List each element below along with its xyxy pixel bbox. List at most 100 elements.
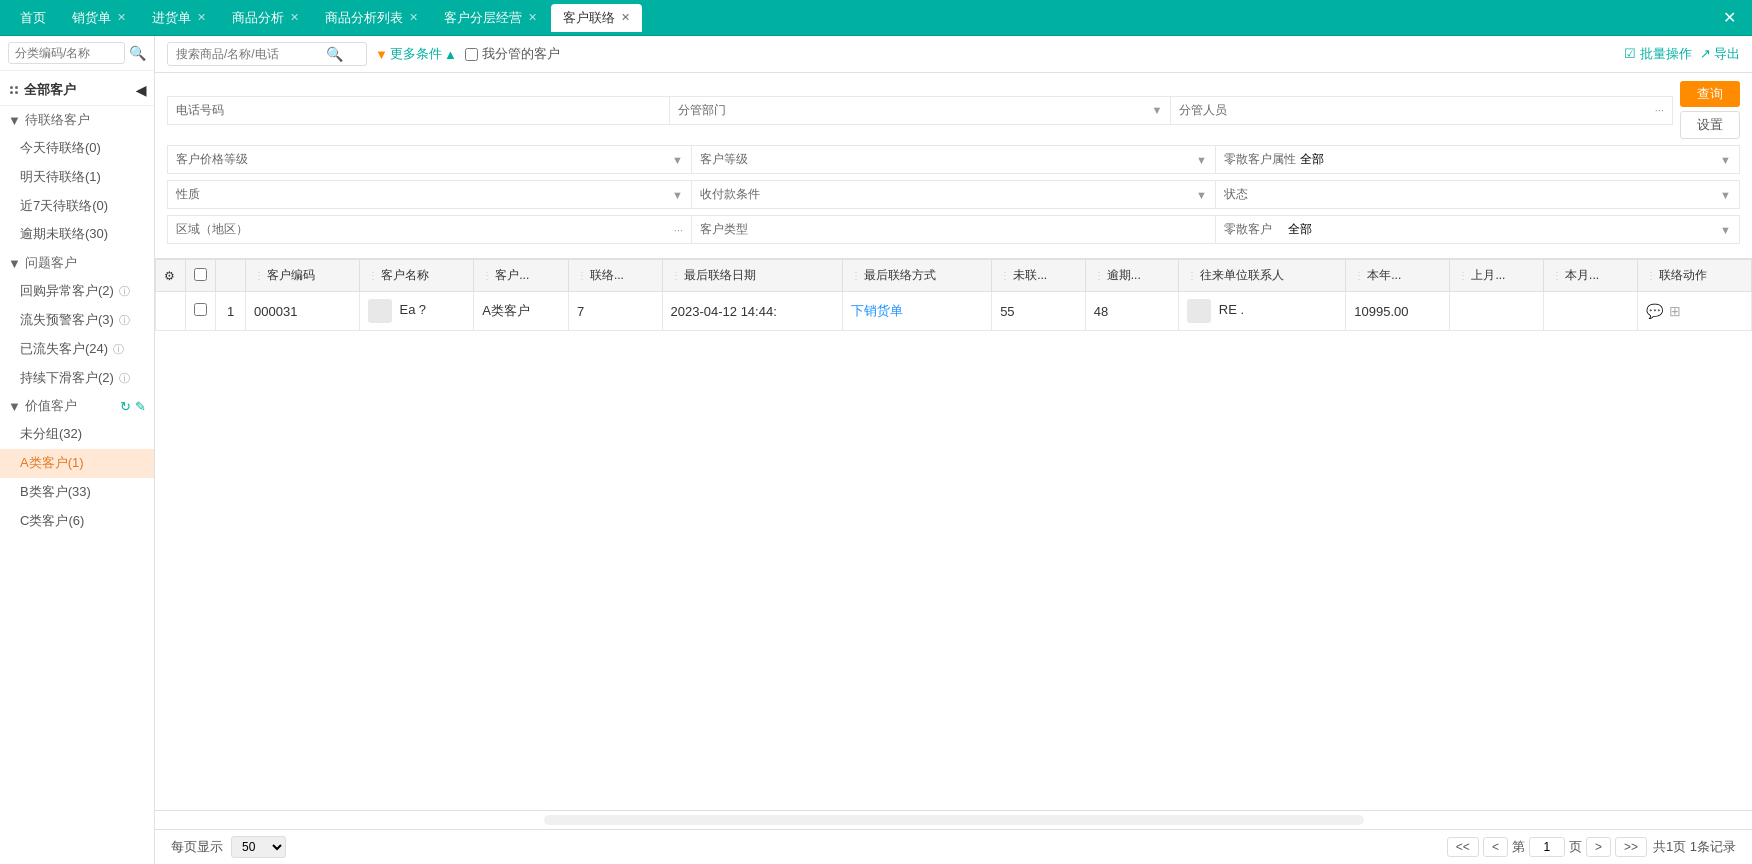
filter-status-dropdown[interactable]: ▼ <box>1720 189 1731 201</box>
filter-customer-level-dropdown[interactable]: ▼ <box>1196 154 1207 166</box>
tab-customer-contact-close[interactable]: ✕ <box>621 11 630 24</box>
my-customers-checkbox[interactable] <box>465 48 478 61</box>
page-size-label: 每页显示 <box>171 838 223 856</box>
col-this-year-header[interactable]: ⋮本年... <box>1346 260 1450 292</box>
query-button[interactable]: 查询 <box>1680 81 1740 107</box>
filter-status-input[interactable] <box>1284 188 1716 202</box>
filter-sparse-attr-dropdown[interactable]: ▼ <box>1720 154 1731 166</box>
col-last-date-header[interactable]: ⋮最后联络日期 <box>662 260 842 292</box>
filter-person-ellipsis[interactable]: ··· <box>1655 104 1664 116</box>
col-customer-code-header[interactable]: ⋮客户编码 <box>246 260 360 292</box>
filter-dept-dropdown[interactable]: ▼ <box>1151 104 1162 116</box>
sidebar-item-overdue[interactable]: 逾期未联络(30) <box>0 220 154 249</box>
sidebar-pending-section[interactable]: ▼ 待联络客户 <box>0 106 154 134</box>
horizontal-scroll-track[interactable] <box>544 815 1364 825</box>
sidebar-item-a-class[interactable]: A类客户(1) <box>0 449 154 478</box>
tab-purchase[interactable]: 进货单 ✕ <box>140 4 218 32</box>
customer-avatar <box>368 299 392 323</box>
col-settings-header[interactable]: ⚙ <box>156 260 186 292</box>
last-method-link[interactable]: 下销货单 <box>851 303 903 318</box>
edit-icon[interactable]: ✎ <box>135 399 146 414</box>
sidebar-search-icon[interactable]: 🔍 <box>129 45 146 61</box>
filter-payment-dropdown[interactable]: ▼ <box>1196 189 1207 201</box>
filter-region-ellipsis[interactable]: ··· <box>674 224 683 236</box>
export-button[interactable]: ↗ 导出 <box>1700 45 1740 63</box>
window-close-button[interactable]: ✕ <box>1715 8 1744 27</box>
prev-page-button[interactable]: < <box>1483 837 1508 857</box>
tab-analysis-list-close[interactable]: ✕ <box>409 11 418 24</box>
sidebar-item-ungrouped[interactable]: 未分组(32) <box>0 420 154 449</box>
filter-customer-level: 客户等级 ▼ <box>691 145 1216 174</box>
setting-button[interactable]: 设置 <box>1680 111 1740 139</box>
tab-analysis-list[interactable]: 商品分析列表 ✕ <box>313 4 430 32</box>
col-this-month-header[interactable]: ⋮本月... <box>1544 260 1638 292</box>
page-size-select[interactable]: 20 50 100 <box>231 836 286 858</box>
table-row: 1 000031 Ea ? A类客户 <box>156 292 1752 331</box>
filter-sparse-dropdown[interactable]: ▼ <box>1720 224 1731 236</box>
col-last-method-header[interactable]: ⋮最后联络方式 <box>842 260 991 292</box>
next-page-button[interactable]: > <box>1586 837 1611 857</box>
sidebar-all-customers[interactable]: 全部客户 ◀ <box>0 75 154 106</box>
col-contact-header[interactable]: ⋮联络... <box>568 260 662 292</box>
filter-customer-level-input[interactable] <box>760 153 1192 167</box>
filter-dept-input[interactable] <box>738 103 1148 117</box>
tab-customer-layered-close[interactable]: ✕ <box>528 11 537 24</box>
sidebar-item-repeat-abnormal[interactable]: 回购异常客户(2) ⓘ <box>0 277 154 306</box>
tab-customer-contact[interactable]: 客户联络 ✕ <box>551 4 642 32</box>
filter-sparse-input[interactable] <box>1284 223 1716 237</box>
last-page-button[interactable]: >> <box>1615 837 1647 857</box>
filter-nature-dropdown[interactable]: ▼ <box>672 189 683 201</box>
filter-row-3: 性质 ▼ 收付款条件 ▼ 状态 ▼ <box>167 180 1740 209</box>
col-checkbox-header[interactable] <box>186 260 216 292</box>
sidebar-item-today[interactable]: 今天待联络(0) <box>0 134 154 163</box>
filter-nature-input[interactable] <box>236 188 668 202</box>
tab-sales[interactable]: 销货单 ✕ <box>60 4 138 32</box>
col-customer-type-header[interactable]: ⋮客户... <box>474 260 569 292</box>
sidebar-search-input[interactable] <box>8 42 125 64</box>
sidebar-problem-section[interactable]: ▼ 问题客户 <box>0 249 154 277</box>
col-customer-name-header[interactable]: ⋮客户名称 <box>360 260 474 292</box>
col-overdue-header[interactable]: ⋮逾期... <box>1085 260 1179 292</box>
sidebar-collapse-icon[interactable]: ◀ <box>136 83 146 98</box>
sidebar-item-tomorrow[interactable]: 明天待联络(1) <box>0 163 154 192</box>
page-suffix: 页 <box>1569 838 1582 856</box>
sidebar-item-7days[interactable]: 近7天待联络(0) <box>0 192 154 221</box>
refresh-icon[interactable]: ↻ <box>120 399 131 414</box>
main-search-icon[interactable]: 🔍 <box>326 46 343 62</box>
col-company-contact-header[interactable]: ⋮往来单位联系人 <box>1179 260 1346 292</box>
filter-person-input[interactable] <box>1239 103 1651 117</box>
filter-payment-input[interactable] <box>760 188 1192 202</box>
filter-region-input[interactable] <box>248 223 670 237</box>
sidebar-item-lost[interactable]: 已流失客户(24) ⓘ <box>0 335 154 364</box>
sidebar-item-c-class[interactable]: C类客户(6) <box>0 507 154 536</box>
tab-customer-layered[interactable]: 客户分层经营 ✕ <box>432 4 549 32</box>
grid-action-icon[interactable]: ⊞ <box>1669 303 1681 319</box>
col-not-contacted-header[interactable]: ⋮未联... <box>992 260 1086 292</box>
main-search-input[interactable] <box>176 47 326 61</box>
filter-sparse-attr-input[interactable] <box>1296 153 1716 167</box>
sidebar-item-lost-warning[interactable]: 流失预警客户(3) ⓘ <box>0 306 154 335</box>
filter-price-level-input[interactable] <box>248 153 668 167</box>
tab-home[interactable]: 首页 <box>8 4 58 32</box>
my-customers-checkbox-label[interactable]: 我分管的客户 <box>465 45 560 63</box>
filter-price-level-dropdown[interactable]: ▼ <box>672 154 683 166</box>
row-checkbox-cell[interactable] <box>186 292 216 331</box>
filter-phone-input[interactable] <box>236 103 661 117</box>
sidebar-value-section[interactable]: ▼ 价值客户 ↻ ✎ <box>0 392 154 420</box>
tab-analysis[interactable]: 商品分析 ✕ <box>220 4 311 32</box>
chat-action-icon[interactable]: 💬 <box>1646 303 1663 319</box>
sidebar-item-declining[interactable]: 持续下滑客户(2) ⓘ <box>0 364 154 393</box>
row-checkbox[interactable] <box>194 303 207 316</box>
filter-customer-type-input[interactable] <box>760 223 1207 237</box>
current-page-input[interactable] <box>1529 837 1565 857</box>
col-last-month-header[interactable]: ⋮上月... <box>1450 260 1544 292</box>
tab-sales-close[interactable]: ✕ <box>117 11 126 24</box>
col-action-header[interactable]: ⋮联络动作 <box>1637 260 1751 292</box>
select-all-checkbox[interactable] <box>194 268 207 281</box>
tab-purchase-close[interactable]: ✕ <box>197 11 206 24</box>
sidebar-item-b-class[interactable]: B类客户(33) <box>0 478 154 507</box>
batch-op-button[interactable]: ☑ 批量操作 <box>1624 45 1691 63</box>
tab-analysis-close[interactable]: ✕ <box>290 11 299 24</box>
more-conditions-button[interactable]: ▼ 更多条件 ▲ <box>375 45 457 63</box>
first-page-button[interactable]: << <box>1447 837 1479 857</box>
